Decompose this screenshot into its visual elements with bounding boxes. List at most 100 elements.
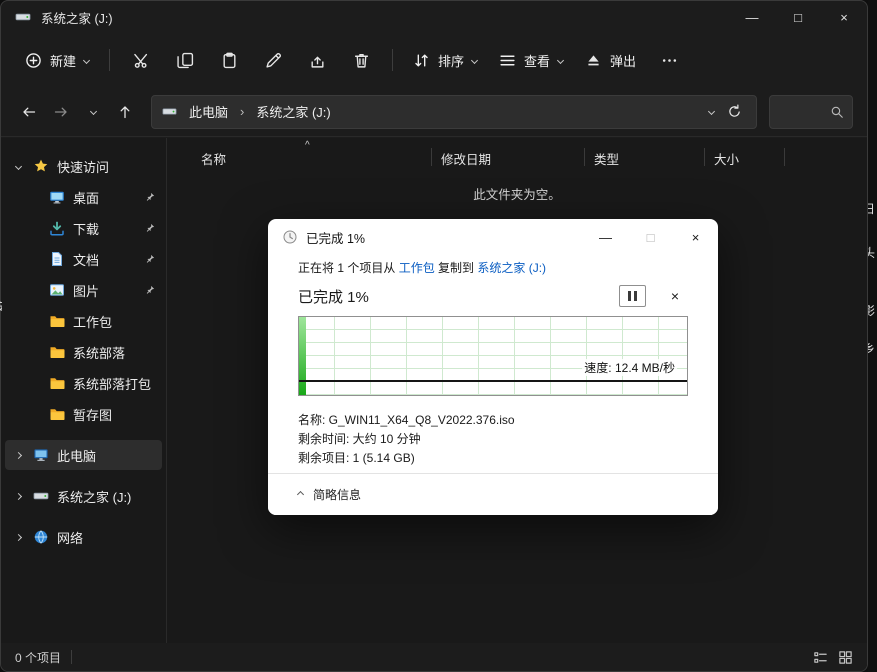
document-icon — [49, 251, 65, 267]
new-label: 新建 — [50, 51, 76, 70]
sidebar-item-folder-xitongbuluo[interactable]: 系统部落 — [5, 337, 162, 367]
details-toggle[interactable]: 简略信息 — [268, 473, 718, 515]
column-divider[interactable] — [584, 148, 585, 166]
sidebar-item-documents[interactable]: 文档 — [5, 244, 162, 274]
breadcrumb-this-pc[interactable]: 此电脑 — [185, 100, 232, 123]
pin-icon — [144, 191, 156, 203]
sidebar-item-quick-access[interactable]: 快速访问 — [5, 151, 162, 181]
copy-mid-text: 复制到 — [435, 261, 478, 275]
details-view-icon[interactable] — [813, 650, 828, 665]
desktop-label-fragment: 日 — [868, 200, 875, 217]
column-header-size[interactable]: 大小 — [714, 149, 739, 168]
copy-source-link[interactable]: 工作包 — [399, 261, 435, 275]
copy-clock-icon — [282, 229, 298, 245]
sidebar-item-folder-gongzuobao[interactable]: 工作包 — [5, 306, 162, 336]
scissors-icon — [133, 52, 150, 69]
dialog-minimize-button[interactable]: — — [583, 219, 628, 255]
copy-progress-dialog: 已完成 1% — □ × 正在将 1 个项目从 工作包 复制到 系统之家 (J:… — [268, 219, 718, 515]
address-dropdown-icon[interactable] — [708, 108, 715, 115]
column-header-date-modified[interactable]: 修改日期 — [441, 149, 491, 168]
sort-arrows-icon — [413, 52, 430, 69]
desktop-label-fragment: 头 — [868, 244, 875, 261]
sidebar-item-folder-xitongbuluo-dabao[interactable]: 系统部落打包 — [5, 368, 162, 398]
dialog-body: 正在将 1 个项目从 工作包 复制到 系统之家 (J:) 已完成 1% × 速度… — [268, 255, 718, 468]
sidebar-item-pictures[interactable]: 图片 — [5, 275, 162, 305]
chevron-down-icon — [14, 162, 21, 169]
large-icons-view-icon[interactable] — [838, 650, 853, 665]
address-bar[interactable]: 此电脑 › 系统之家 (J:) — [151, 95, 757, 129]
column-divider[interactable] — [704, 148, 705, 166]
column-header-name[interactable]: 名称 — [201, 149, 226, 168]
toolbar-divider — [109, 49, 110, 71]
chevron-right-icon — [14, 492, 21, 499]
paste-button[interactable] — [208, 41, 250, 79]
chevron-right-icon — [14, 451, 21, 458]
drive-icon — [15, 9, 31, 25]
close-button[interactable]: × — [821, 1, 867, 33]
maximize-button[interactable]: □ — [775, 1, 821, 33]
titlebar: 系统之家 (J:) — □ × — [1, 1, 867, 33]
paste-icon — [221, 52, 238, 69]
column-divider[interactable] — [431, 148, 432, 166]
sidebar-item-drive-j[interactable]: 系统之家 (J:) — [5, 481, 162, 511]
time-remaining-line: 剩余时间: 大约 10 分钟 — [298, 430, 688, 449]
plus-circle-icon — [25, 52, 42, 69]
desktop-label-fragment: 影 — [868, 302, 875, 319]
drive-icon — [162, 104, 177, 119]
forward-button[interactable] — [47, 98, 75, 126]
sidebar-item-network[interactable]: 网络 — [5, 522, 162, 552]
drive-icon — [33, 488, 49, 504]
column-header-type[interactable]: 类型 — [594, 149, 619, 168]
sidebar-item-downloads[interactable]: 下载 — [5, 213, 162, 243]
copy-destination-link[interactable]: 系统之家 (J:) — [477, 261, 546, 275]
up-button[interactable] — [111, 98, 139, 126]
cut-button[interactable] — [120, 41, 162, 79]
transfer-speed-chart: 速度: 12.4 MB/秒 — [298, 316, 688, 396]
folder-icon — [49, 406, 65, 422]
navigation-pane: 快速访问 桌面 下载 文档 图片 — [1, 138, 167, 643]
minimize-button[interactable]: — — [729, 1, 775, 33]
sidebar-item-desktop[interactable]: 桌面 — [5, 182, 162, 212]
speed-label: 速度: 12.4 MB/秒 — [582, 359, 677, 376]
chevron-up-icon — [297, 491, 304, 498]
refresh-button[interactable] — [722, 100, 746, 124]
column-divider[interactable] — [784, 148, 785, 166]
recent-locations-button[interactable] — [79, 98, 107, 126]
sidebar-group-gap — [1, 512, 166, 521]
search-input[interactable] — [778, 105, 824, 119]
item-count: 0 个项目 — [15, 649, 61, 666]
transfer-details: 名称: G_WIN11_X64_Q8_V2022.376.iso 剩余时间: 大… — [298, 411, 688, 468]
cancel-copy-button[interactable]: × — [662, 288, 688, 304]
back-button[interactable] — [15, 98, 43, 126]
pin-icon — [144, 253, 156, 265]
eject-button[interactable]: 弹出 — [575, 43, 646, 78]
sidebar-item-this-pc[interactable]: 此电脑 — [5, 440, 162, 470]
share-button[interactable] — [296, 41, 338, 79]
search-box[interactable] — [769, 95, 853, 129]
download-icon — [49, 220, 65, 236]
view-button[interactable]: 查看 — [489, 43, 573, 78]
pause-button[interactable] — [619, 285, 646, 307]
share-icon — [309, 52, 326, 69]
more-button[interactable] — [648, 41, 690, 79]
rename-button[interactable] — [252, 41, 294, 79]
window-controls: — □ × — [729, 1, 867, 33]
folder-icon — [49, 344, 65, 360]
desktop-label-fragment: 安 — [0, 298, 2, 315]
picture-icon — [49, 282, 65, 298]
command-bar: 新建 排序 查看 — [1, 33, 867, 87]
dialog-close-button[interactable]: × — [673, 219, 718, 255]
more-dots-icon — [661, 52, 678, 69]
sort-ascending-indicator: ^ — [305, 140, 310, 151]
delete-button[interactable] — [340, 41, 382, 79]
refresh-icon — [727, 104, 742, 119]
sort-button[interactable]: 排序 — [403, 43, 487, 78]
breadcrumb-drive[interactable]: 系统之家 (J:) — [252, 100, 334, 123]
eject-label: 弹出 — [610, 51, 636, 70]
sidebar-item-folder-zancuntu[interactable]: 暂存图 — [5, 399, 162, 429]
dialog-title: 已完成 1% — [306, 228, 365, 247]
chart-progress-fill — [299, 317, 306, 395]
new-button[interactable]: 新建 — [15, 43, 99, 78]
copy-button[interactable] — [164, 41, 206, 79]
dialog-titlebar: 已完成 1% — □ × — [268, 219, 718, 255]
